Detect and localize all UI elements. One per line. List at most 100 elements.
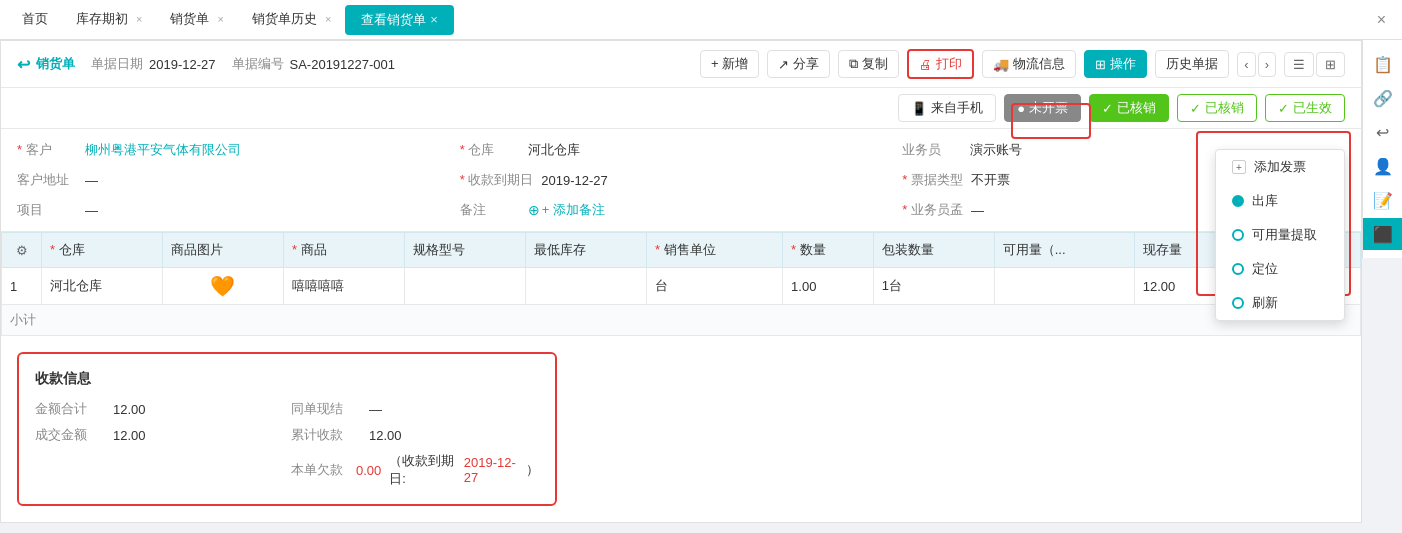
- row-minstock: [525, 268, 646, 305]
- check-button[interactable]: ✓ 已核销: [1089, 94, 1169, 122]
- right-sidebar: 📋 🔗 ↩ 👤 📝 ⬛: [1362, 40, 1402, 258]
- unopened-icon: ●: [1017, 101, 1025, 116]
- add-invoice-icon: +: [1232, 160, 1246, 174]
- dropdown-locate[interactable]: 定位: [1216, 252, 1344, 286]
- outbound-icon: [1232, 195, 1244, 207]
- transaction-label: 成交金额: [35, 426, 105, 444]
- order-settlement-value: —: [369, 402, 382, 417]
- col-product-header: * 商品: [283, 233, 404, 268]
- available-qty-label: 可用量提取: [1252, 226, 1317, 244]
- subtotal-row: 小计: [2, 305, 1361, 336]
- tab-check-sales[interactable]: 查看销货单 ×: [345, 5, 454, 35]
- copy-label: 复制: [862, 55, 888, 73]
- sidebar-icon-3[interactable]: ↩: [1367, 116, 1399, 148]
- list-view-button[interactable]: ☰: [1284, 52, 1314, 77]
- unopened-button[interactable]: ● 未开票: [1004, 94, 1081, 122]
- tab-check-sales-close[interactable]: ×: [430, 12, 438, 27]
- operate-icon: ⊞: [1095, 57, 1106, 72]
- warehouse-value: 河北仓库: [528, 141, 580, 159]
- history-button[interactable]: 历史单据: [1155, 50, 1229, 78]
- status-bar: 📱 来自手机 ● 未开票 ✓ 已核销 ✓ 已核销 ✓ 已生效: [1, 88, 1361, 129]
- tab-inventory-init-label: 库存期初: [76, 10, 128, 28]
- accumulated-label: 累计收款: [291, 426, 361, 444]
- col-available-header: 可用量（...: [994, 233, 1134, 268]
- tab-sales-order-label: 销货单: [170, 10, 209, 28]
- refresh-label: 刷新: [1252, 294, 1278, 312]
- staff-label: 业务员: [902, 141, 962, 159]
- note-label: 备注: [460, 201, 520, 219]
- row-available: [994, 268, 1134, 305]
- settings-icon[interactable]: ⚙: [16, 243, 28, 258]
- sidebar-icon-5[interactable]: 📝: [1367, 184, 1399, 216]
- row-num: 1: [2, 268, 42, 305]
- note-row: 备注 ⊕ + 添加备注: [460, 201, 903, 219]
- effective-label: 已生效: [1293, 99, 1332, 117]
- tab-check-sales-label: 查看销货单: [361, 11, 426, 29]
- transaction-row: 成交金额 12.00: [35, 426, 283, 444]
- balance-row: 本单欠款 0.00 （收款到期日: 2019-12-27 ）: [291, 452, 539, 488]
- next-arrow[interactable]: ›: [1258, 52, 1276, 77]
- phone-button[interactable]: 📱 来自手机: [898, 94, 996, 122]
- outbound-label: 出库: [1252, 192, 1278, 210]
- payment-date-row: 收款到期日 2019-12-27: [460, 171, 903, 189]
- row-image: 🧡: [162, 268, 283, 305]
- locate-label: 定位: [1252, 260, 1278, 278]
- tab-inventory-init-close[interactable]: ×: [136, 13, 142, 25]
- tab-sales-history-close[interactable]: ×: [325, 13, 331, 25]
- project-value: —: [85, 203, 98, 218]
- customer-label: 客户: [17, 141, 77, 159]
- print-button[interactable]: 🖨 打印: [907, 49, 974, 79]
- share-button[interactable]: ↗ 分享: [767, 50, 830, 78]
- doc-icon: ↩: [17, 55, 30, 74]
- date-label: 单据日期: [91, 55, 143, 73]
- dropdown-available-qty[interactable]: 可用量提取: [1216, 218, 1344, 252]
- row-spec: [404, 268, 525, 305]
- accumulated-row: 累计收款 12.00: [291, 426, 539, 444]
- prev-arrow[interactable]: ‹: [1237, 52, 1255, 77]
- doc-date-meta: 单据日期 2019-12-27: [91, 55, 216, 73]
- tab-sales-order[interactable]: 销货单 ×: [156, 0, 237, 40]
- row-warehouse: 河北仓库: [42, 268, 163, 305]
- tab-sales-history[interactable]: 销货单历史 ×: [238, 0, 345, 40]
- effective-button[interactable]: ✓ 已生效: [1265, 94, 1345, 122]
- tab-sales-order-close[interactable]: ×: [217, 13, 223, 25]
- grid-view-button[interactable]: ⊞: [1316, 52, 1345, 77]
- logistics-button[interactable]: 🚚 物流信息: [982, 50, 1076, 78]
- date-value: 2019-12-27: [149, 57, 216, 72]
- warehouse-row: 仓库 河北仓库: [460, 141, 903, 159]
- row-packqty: 1台: [873, 268, 994, 305]
- tab-inventory-init[interactable]: 库存期初 ×: [62, 0, 156, 40]
- sidebar-icon-1[interactable]: 📋: [1367, 48, 1399, 80]
- balance-value: 0.00: [356, 463, 381, 478]
- customer-value[interactable]: 柳州粤港平安气体有限公司: [85, 141, 241, 159]
- dropdown-refresh[interactable]: 刷新: [1216, 286, 1344, 320]
- payment-title: 收款信息: [35, 370, 539, 388]
- payment-grid: 金额合计 12.00 同单现结 — 成交金额 12.00 累计收款 12.00: [35, 400, 539, 488]
- operate-button[interactable]: ⊞ 操作: [1084, 50, 1147, 78]
- total-value: 12.00: [113, 402, 146, 417]
- refresh-icon: [1232, 297, 1244, 309]
- tab-sales-history-label: 销货单历史: [252, 10, 317, 28]
- order-settlement-row: 同单现结 —: [291, 400, 539, 418]
- check-icon: ✓: [1102, 101, 1113, 116]
- sold-button[interactable]: ✓ 已核销: [1177, 94, 1257, 122]
- dropdown-outbound[interactable]: 出库: [1216, 184, 1344, 218]
- col-packqty-header: 包装数量: [873, 233, 994, 268]
- tab-home[interactable]: 首页: [8, 0, 62, 40]
- tab-bar: 首页 库存期初 × 销货单 × 销货单历史 × 查看销货单 × ×: [0, 0, 1402, 40]
- note-add[interactable]: ⊕ + 添加备注: [528, 201, 605, 219]
- sidebar-icon-4[interactable]: 👤: [1367, 150, 1399, 182]
- effective-icon: ✓: [1278, 101, 1289, 116]
- sidebar-icon-6[interactable]: ⬛: [1363, 218, 1403, 250]
- new-button[interactable]: + 新增: [700, 50, 759, 78]
- subtotal-label: 小计: [2, 305, 1361, 336]
- sidebar-icon-2[interactable]: 🔗: [1367, 82, 1399, 114]
- dropdown-add-invoice[interactable]: + 添加发票: [1216, 150, 1344, 184]
- check-label: 已核销: [1117, 99, 1156, 117]
- copy-button[interactable]: ⧉ 复制: [838, 50, 899, 78]
- address-row: 客户地址 —: [17, 171, 460, 189]
- balance-date: 2019-12-27: [464, 455, 518, 485]
- global-close-button[interactable]: ×: [1369, 11, 1394, 29]
- table-row: 1 河北仓库 🧡 嘻嘻嘻嘻 台 1.00 1台 12.00 0.: [2, 268, 1361, 305]
- payment-date-label: 收款到期日: [460, 171, 534, 189]
